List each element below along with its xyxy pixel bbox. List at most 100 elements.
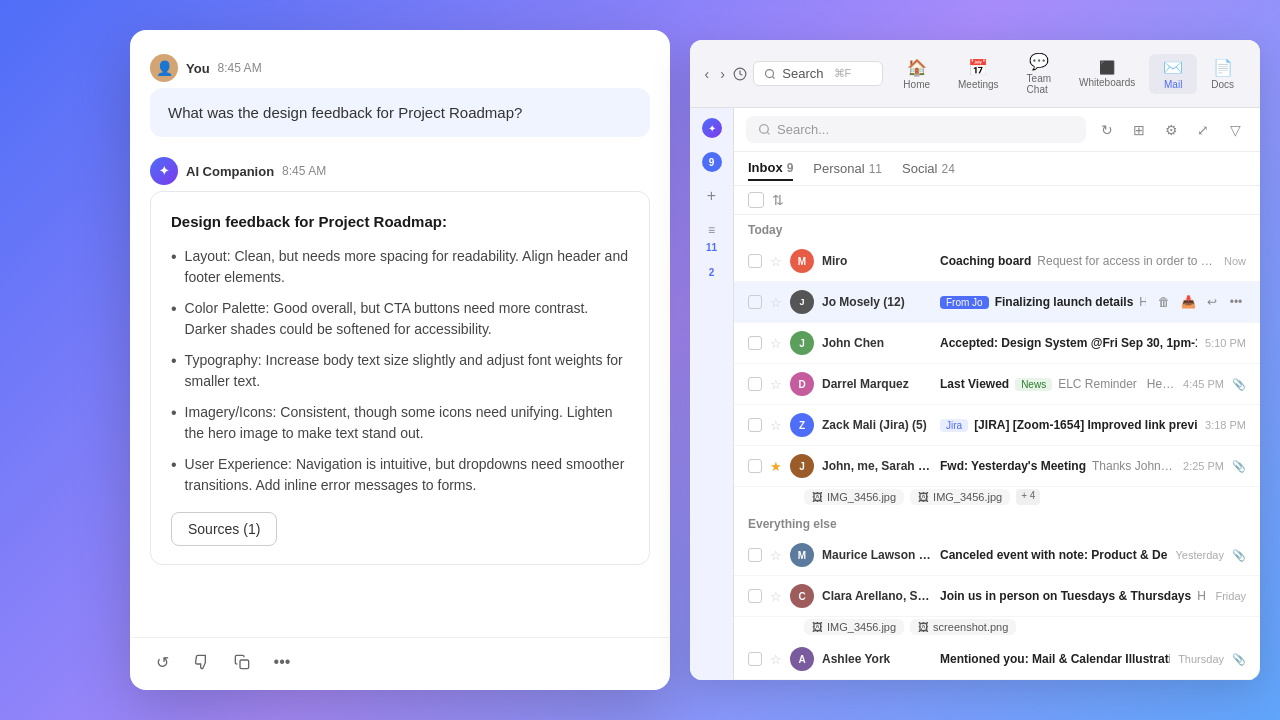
delete-action-jo[interactable]: 🗑 — [1154, 292, 1174, 312]
badge-jira-zack: Jira — [940, 419, 968, 432]
time-zack: 3:18 PM — [1205, 419, 1246, 431]
star-darrel[interactable]: ☆ — [770, 377, 782, 392]
email-row-jo-mosely[interactable]: ☆ J Jo Mosely (12) From Jo Finalizing la… — [734, 282, 1260, 323]
grid-icon[interactable]: ⊞ — [1126, 117, 1152, 143]
email-checkbox-darrel[interactable] — [748, 377, 762, 391]
sidebar-filter-item[interactable]: ≡ 11 — [702, 220, 722, 253]
attachment-clara-img[interactable]: 🖼 IMG_3456.jpg — [804, 619, 904, 635]
avatar-ashlee: A — [790, 647, 814, 671]
email-checkbox-zack[interactable] — [748, 418, 762, 432]
filter-icon[interactable]: ▽ — [1222, 117, 1248, 143]
star-john-sarah[interactable]: ★ — [770, 459, 782, 474]
email-checkbox-john-sarah[interactable] — [748, 459, 762, 473]
sidebar-number-item[interactable]: 2 — [709, 267, 715, 278]
sidebar-number: 11 — [706, 242, 717, 253]
tab-docs[interactable]: 📄 Docs — [1197, 54, 1248, 94]
tab-mail[interactable]: ✉️ Mail — [1149, 54, 1197, 94]
inbox-tab-social[interactable]: Social 24 — [902, 161, 955, 180]
user-message-header: 👤 You 8:45 AM — [150, 54, 650, 82]
sidebar-inbox-item[interactable]: 9 — [702, 152, 722, 172]
star-ashlee[interactable]: ☆ — [770, 652, 782, 667]
inbox-tab-inbox[interactable]: Inbox 9 — [748, 160, 793, 181]
subject-area-maurice: Canceled event with note: Product & Desi… — [940, 548, 1167, 562]
email-checkbox-maurice[interactable] — [748, 548, 762, 562]
email-row-zack[interactable]: ☆ Z Zack Mali (Jira) (5) Jira [JIRA] [Zo… — [734, 405, 1260, 446]
chat-content: 👤 You 8:45 AM What was the design feedba… — [130, 30, 670, 637]
badge-news-darrel: News — [1015, 378, 1052, 391]
more-options-button[interactable]: ••• — [270, 650, 294, 674]
star-clara[interactable]: ☆ — [770, 589, 782, 604]
email-checkbox-jo[interactable] — [748, 295, 762, 309]
subject-area-miro: Coaching board Request for access in ord… — [940, 254, 1216, 268]
mail-left-sidebar: ✦ 9 + ≡ 11 2 — [690, 108, 734, 680]
clock-icon[interactable] — [733, 63, 747, 85]
subject-zack: [JIRA] [Zoom-1654] Improved link preview — [974, 418, 1197, 432]
sources-button[interactable]: Sources (1) — [171, 512, 277, 546]
inbox-badge: 9 — [702, 152, 722, 172]
mail-search-placeholder: Search... — [777, 122, 829, 137]
settings-icon[interactable]: ⚙ — [1158, 117, 1184, 143]
star-john-chen[interactable]: ☆ — [770, 336, 782, 351]
inbox-tab-personal[interactable]: Personal 11 — [813, 161, 882, 180]
ai-compose-button[interactable]: ✦ — [702, 118, 722, 138]
star-miro[interactable]: ☆ — [770, 254, 782, 269]
select-all-checkbox[interactable] — [748, 192, 764, 208]
subject-clara: Join us in person on Tuesdays & Thursday… — [940, 589, 1191, 603]
attachment-icon-darrel: 📎 — [1232, 378, 1246, 391]
user-timestamp: 8:45 AM — [218, 61, 262, 75]
email-row-clara[interactable]: ☆ C Clara Arellano, Sarah (10 Join us in… — [734, 576, 1260, 617]
archive-action-jo[interactable]: 📥 — [1178, 292, 1198, 312]
copy-button[interactable] — [230, 650, 254, 674]
attachment-clara-screenshot[interactable]: 🖼 screenshot.png — [910, 619, 1016, 635]
expand-icon[interactable]: ⤢ — [1190, 117, 1216, 143]
attachment-img1[interactable]: 🖼 IMG_3456.jpg — [804, 489, 904, 505]
subject-area-clara: Join us in person on Tuesdays & Thursday… — [940, 589, 1207, 603]
forward-button[interactable]: › — [718, 63, 728, 85]
tab-meetings[interactable]: 📅 Meetings — [944, 54, 1013, 94]
reply-action-jo[interactable]: ↩ — [1202, 292, 1222, 312]
img-icon-clara: 🖼 — [812, 621, 823, 633]
refresh-button[interactable]: ↺ — [150, 650, 174, 674]
email-row-miro[interactable]: ☆ M Miro Coaching board Request for acce… — [734, 241, 1260, 282]
email-row-john-chen[interactable]: ☆ J John Chen Accepted: Design System @F… — [734, 323, 1260, 364]
email-checkbox-john-chen[interactable] — [748, 336, 762, 350]
sender-clara: Clara Arellano, Sarah (10 — [822, 589, 932, 603]
email-row-john-sarah[interactable]: ★ J John, me, Sarah (10) Fwd: Yesterday'… — [734, 446, 1260, 487]
navbar-search[interactable]: Search ⌘F — [753, 61, 883, 86]
avatar-john-sarah: J — [790, 454, 814, 478]
star-jo[interactable]: ☆ — [770, 295, 782, 310]
ai-point-5: User Experience: Navigation is intuitive… — [171, 454, 629, 496]
tab-team-chat[interactable]: 💬 Team Chat — [1013, 48, 1065, 99]
time-miro: Now — [1224, 255, 1246, 267]
ai-response-list: Layout: Clean, but needs more spacing fo… — [171, 246, 629, 496]
svg-point-4 — [760, 125, 769, 134]
user-avatar: 👤 — [150, 54, 178, 82]
email-checkbox-ashlee[interactable] — [748, 652, 762, 666]
tab-home[interactable]: 🏠 Home — [889, 54, 944, 94]
attachments-john-sarah: 🖼 IMG_3456.jpg 🖼 IMG_3456.jpg + 4 — [734, 487, 1260, 509]
mail-main-content: Search... ↻ ⊞ ⚙ ⤢ ▽ Inbox 9 Personal — [734, 108, 1260, 680]
tab-whiteboards[interactable]: ⬛ Whiteboards — [1065, 56, 1149, 92]
mail-search-box[interactable]: Search... — [746, 116, 1086, 143]
mail-list: Today ☆ M Miro Coaching board Request fo… — [734, 215, 1260, 680]
email-checkbox-miro[interactable] — [748, 254, 762, 268]
email-checkbox-clara[interactable] — [748, 589, 762, 603]
thumbs-down-button[interactable] — [190, 650, 214, 674]
star-maurice[interactable]: ☆ — [770, 548, 782, 563]
svg-point-2 — [766, 69, 774, 77]
refresh-mail-icon[interactable]: ↻ — [1094, 117, 1120, 143]
ai-point-4: Imagery/Icons: Consistent, though some i… — [171, 402, 629, 444]
tab-meetings-label: Meetings — [958, 79, 999, 90]
subject-area-john-chen: Accepted: Design System @Fri Sep 30, 1pm… — [940, 336, 1197, 350]
sort-filter-icon[interactable]: ⇅ — [772, 192, 784, 208]
attachment-img2[interactable]: 🖼 IMG_3456.jpg — [910, 489, 1010, 505]
star-zack[interactable]: ☆ — [770, 418, 782, 433]
chat-panel: 👤 You 8:45 AM What was the design feedba… — [130, 30, 670, 690]
email-row-ashlee[interactable]: ☆ A Ashlee York Mentioned you: Mail & Ca… — [734, 639, 1260, 680]
ai-message-row: ✦ AI Companion 8:45 AM Design feedback f… — [150, 157, 650, 565]
sidebar-compose-item[interactable]: + — [702, 186, 722, 206]
email-row-maurice[interactable]: ☆ M Maurice Lawson (2) Canceled event wi… — [734, 535, 1260, 576]
back-button[interactable]: ‹ — [702, 63, 712, 85]
email-row-darrel[interactable]: ☆ D Darrel Marquez Last Viewed News ELC … — [734, 364, 1260, 405]
more-action-jo[interactable]: ••• — [1226, 292, 1246, 312]
